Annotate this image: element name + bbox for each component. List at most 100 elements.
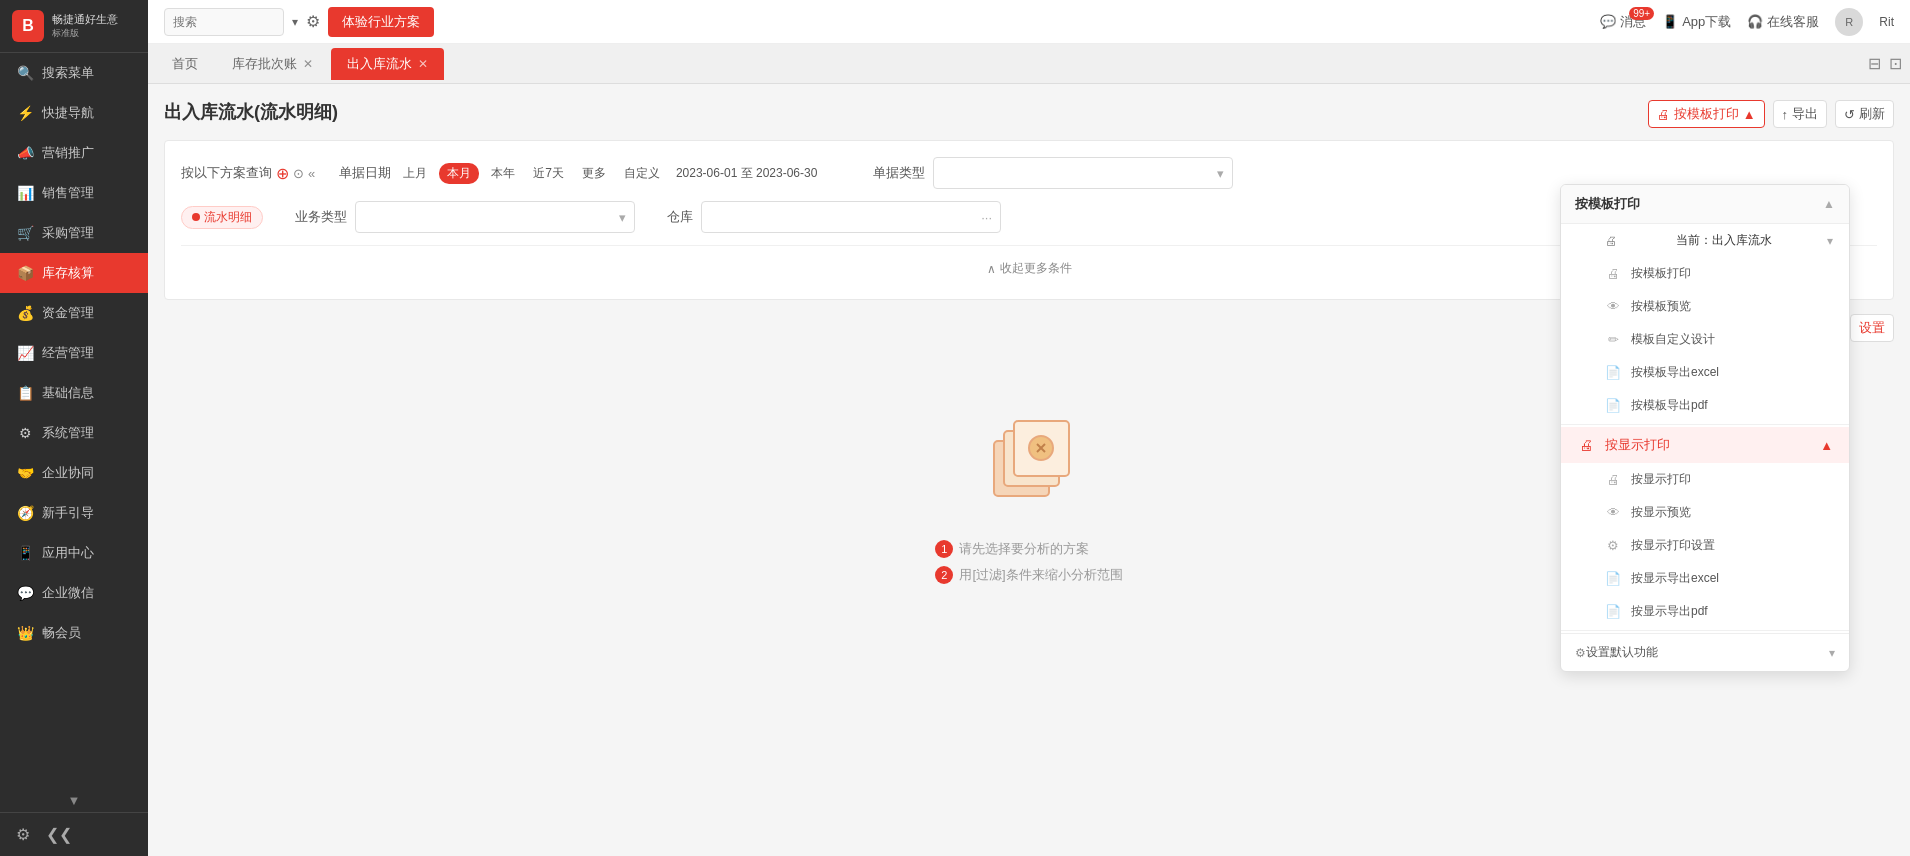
industry-solution-button[interactable]: 体验行业方案 — [328, 7, 434, 37]
dropdown-template-export-excel[interactable]: 📄 按模板导出excel — [1561, 356, 1849, 389]
flow-tag[interactable]: 流水明细 — [181, 206, 263, 229]
template-print-caret: ▲ — [1743, 107, 1756, 122]
tab-maximize-icon[interactable]: ⊡ — [1889, 54, 1902, 73]
sidebar-item-inventory[interactable]: 📦 库存核算 — [0, 253, 148, 293]
page-header-actions: 🖨 按模板打印 ▲ ↑ 导出 ↺ 刷新 — [1648, 100, 1894, 128]
warehouse-select[interactable]: ··· — [701, 201, 1001, 233]
empty-tips: 1 请先选择要分析的方案 2 用[过滤]条件来缩小分析范围 — [935, 536, 1122, 588]
sidebar-item-operation[interactable]: 📈 经营管理 — [0, 333, 148, 373]
dropdown-header: 按模板打印 ▲ — [1561, 185, 1849, 224]
sidebar-item-member[interactable]: 👑 畅会员 — [0, 613, 148, 653]
empty-tip-2: 2 用[过滤]条件来缩小分析范围 — [935, 562, 1122, 588]
dropdown-scroll-up[interactable]: ▲ — [1823, 197, 1835, 211]
user-avatar[interactable]: R — [1835, 8, 1863, 36]
tab-home[interactable]: 首页 — [156, 48, 214, 80]
display-section-caret: ▲ — [1820, 438, 1833, 453]
template-preview-icon: 👁 — [1605, 299, 1621, 314]
username-label: Rit — [1879, 15, 1894, 29]
date-last-7[interactable]: 近7天 — [527, 163, 570, 184]
empty-state-icon — [979, 416, 1079, 516]
sidebar-item-wechat[interactable]: 💬 企业微信 — [0, 573, 148, 613]
date-prev-month[interactable]: 上月 — [397, 163, 433, 184]
tab-home-label: 首页 — [172, 55, 198, 73]
dropdown-display-section-header[interactable]: 🖨 按显示打印 ▲ — [1561, 427, 1849, 463]
filter-setting-icon[interactable]: ⊙ — [293, 166, 304, 181]
messages-button[interactable]: 💬 消息 99+ — [1600, 13, 1646, 31]
refresh-button[interactable]: ↺ 刷新 — [1835, 100, 1894, 128]
display-print-label: 按显示打印 — [1631, 471, 1691, 488]
sidebar-item-cooperation[interactable]: 🤝 企业协同 — [0, 453, 148, 493]
sidebar-item-finance[interactable]: 💰 资金管理 — [0, 293, 148, 333]
date-current-month[interactable]: 本月 — [439, 163, 479, 184]
dropdown-divider-1 — [1561, 424, 1849, 425]
tab-flow[interactable]: 出入库流水 ✕ — [331, 48, 444, 80]
online-service-button[interactable]: 🎧 在线客服 — [1747, 13, 1819, 31]
tab-batch-account[interactable]: 库存批次账 ✕ — [216, 48, 329, 80]
date-more[interactable]: 更多 — [576, 163, 612, 184]
sidebar-item-app-center[interactable]: 📱 应用中心 — [0, 533, 148, 573]
sidebar-label-system: 系统管理 — [42, 424, 94, 442]
dropdown-display-print[interactable]: 🖨 按显示打印 — [1561, 463, 1849, 496]
dropdown-display-settings[interactable]: ⚙ 按显示打印设置 — [1561, 529, 1849, 562]
current-label-prefix: 🖨 — [1605, 234, 1617, 248]
purchase-icon: 🛒 — [16, 224, 34, 242]
tab-flow-close[interactable]: ✕ — [418, 57, 428, 71]
dropdown-display-export-pdf[interactable]: 📄 按显示导出pdf — [1561, 595, 1849, 628]
tab-batch-account-close[interactable]: ✕ — [303, 57, 313, 71]
dropdown-current-caret: ▾ — [1827, 234, 1833, 248]
dropdown-template-print[interactable]: 🖨 按模板打印 — [1561, 257, 1849, 290]
filter-add-icon[interactable]: ⊕ — [276, 164, 289, 183]
sidebar-item-search[interactable]: 🔍 搜索菜单 — [0, 53, 148, 93]
cooperation-icon: 🤝 — [16, 464, 34, 482]
sidebar-item-purchase[interactable]: 🛒 采购管理 — [0, 213, 148, 253]
topbar-search-input[interactable] — [164, 8, 284, 36]
date-custom[interactable]: 自定义 — [618, 163, 666, 184]
sidebar-settings-icon[interactable]: ⚙ — [16, 825, 30, 844]
sidebar-label-finance: 资金管理 — [42, 304, 94, 322]
wechat-icon: 💬 — [16, 584, 34, 602]
export-button[interactable]: ↑ 导出 — [1773, 100, 1828, 128]
sidebar-scroll-down[interactable]: ▼ — [0, 789, 148, 812]
sidebar-item-basic[interactable]: 📋 基础信息 — [0, 373, 148, 413]
sidebar-collapse-icon[interactable]: ❮❮ — [46, 825, 72, 844]
app-download-icon: 📱 — [1662, 14, 1678, 29]
dropdown-display-export-excel[interactable]: 📄 按显示导出excel — [1561, 562, 1849, 595]
sidebar-item-sales[interactable]: 📊 销售管理 — [0, 173, 148, 213]
dropdown-template-preview[interactable]: 👁 按模板预览 — [1561, 290, 1849, 323]
dropdown-current-label: 当前：出入库流水 — [1676, 232, 1772, 249]
sidebar-item-guide[interactable]: 🧭 新手引导 — [0, 493, 148, 533]
doc-type-select[interactable]: ▾ — [933, 157, 1233, 189]
dropdown-template-custom[interactable]: ✏ 模板自定义设计 — [1561, 323, 1849, 356]
sidebar-item-marketing[interactable]: 📣 营销推广 — [0, 133, 148, 173]
service-icon: 🎧 — [1747, 14, 1763, 29]
date-current-year[interactable]: 本年 — [485, 163, 521, 184]
topbar-gear-icon[interactable]: ⚙ — [306, 12, 320, 31]
tip-text-1: 请先选择要分析的方案 — [959, 536, 1089, 562]
sidebar-label-wechat: 企业微信 — [42, 584, 94, 602]
sidebar-label-basic: 基础信息 — [42, 384, 94, 402]
business-type-select[interactable]: ▾ — [355, 201, 635, 233]
dropdown-current-row[interactable]: 🖨 当前：出入库流水 ▾ — [1561, 224, 1849, 257]
operation-icon: 📈 — [16, 344, 34, 362]
display-settings-label: 按显示打印设置 — [1631, 537, 1715, 554]
dropdown-template-export-pdf[interactable]: 📄 按模板导出pdf — [1561, 389, 1849, 422]
tip-num-2: 2 — [935, 566, 953, 584]
sidebar-item-quick-nav[interactable]: ⚡ 快捷导航 — [0, 93, 148, 133]
filter-collapse-icon[interactable]: « — [308, 166, 315, 181]
template-custom-icon: ✏ — [1605, 332, 1621, 347]
sidebar-label-guide: 新手引导 — [42, 504, 94, 522]
app-download-button[interactable]: 📱 App下载 — [1662, 13, 1731, 31]
sidebar: B 畅捷通好生意 标准版 🔍 搜索菜单 ⚡ 快捷导航 📣 营销推广 📊 销售管理… — [0, 0, 148, 856]
sidebar-item-system[interactable]: ⚙ 系统管理 — [0, 413, 148, 453]
filter-scheme-label: 按以下方案查询 ⊕ ⊙ « — [181, 164, 315, 183]
dropdown-header-label: 按模板打印 — [1575, 195, 1640, 213]
template-print-button[interactable]: 🖨 按模板打印 ▲ — [1648, 100, 1765, 128]
dropdown-footer[interactable]: ⚙ 设置默认功能 ▾ — [1561, 633, 1849, 671]
settings-button[interactable]: 设置 — [1850, 314, 1894, 342]
tab-minimize-icon[interactable]: ⊟ — [1868, 54, 1881, 73]
display-preview-icon: 👁 — [1605, 505, 1621, 520]
topbar-dropdown-caret[interactable]: ▾ — [292, 15, 298, 29]
template-export-excel-label: 按模板导出excel — [1631, 364, 1719, 381]
dropdown-display-preview[interactable]: 👁 按显示预览 — [1561, 496, 1849, 529]
marketing-icon: 📣 — [16, 144, 34, 162]
